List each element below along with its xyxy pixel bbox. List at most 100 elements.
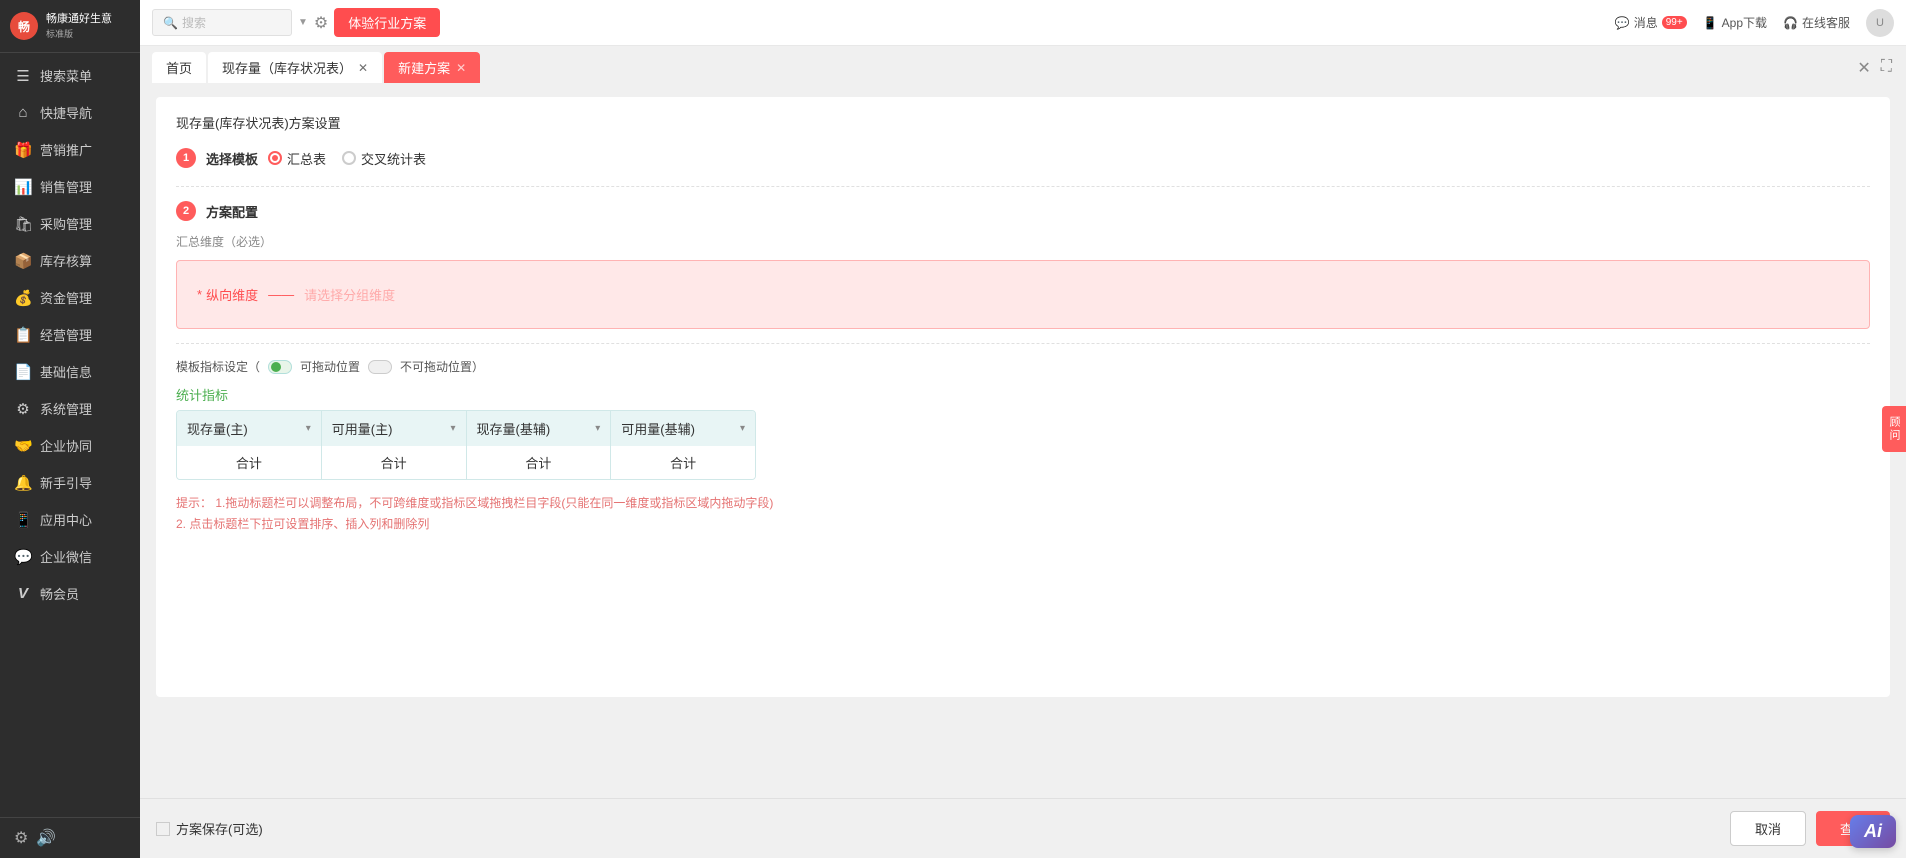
radio-summary-circle: [268, 151, 282, 165]
col-2-label: 现存量(基辅): [477, 419, 551, 438]
sidebar-item-newbie[interactable]: 🔔 新手引导: [0, 464, 140, 501]
industry-btn[interactable]: 体验行业方案: [334, 8, 440, 37]
online-service-btn[interactable]: 🎧 在线客服: [1783, 14, 1850, 31]
draggable-label: 可拖动位置: [300, 358, 360, 375]
basic-icon: 📄: [14, 363, 32, 381]
indicator-settings-label: 模板指标设定（: [176, 358, 260, 375]
col-0-chevron[interactable]: ▾: [306, 423, 311, 434]
settings-icon[interactable]: ⚙: [14, 828, 28, 848]
finance-icon: 💰: [14, 289, 32, 307]
stats-col-header-1[interactable]: 可用量(主) ▾: [322, 411, 467, 446]
marketing-icon: 🎁: [14, 141, 32, 159]
sidebar-item-label: 快捷导航: [40, 103, 92, 122]
operations-icon: 📋: [14, 326, 32, 344]
ai-badge[interactable]: Ai: [1850, 815, 1896, 848]
topbar-right: 💬 消息 99+ 📱 App下载 🎧 在线客服 U: [1615, 9, 1894, 37]
sidebar-item-marketing[interactable]: 🎁 营销推广: [0, 131, 140, 168]
page-content: 现存量(库存状况表)方案设置 1 选择模板 汇总表 交叉统计表: [140, 83, 1906, 798]
sidebar-item-apps[interactable]: 📱 应用中心: [0, 501, 140, 538]
apps-icon: 📱: [14, 511, 32, 529]
col-2-chevron[interactable]: ▾: [595, 423, 600, 434]
cancel-button[interactable]: 取消: [1730, 811, 1806, 846]
sidebar-header: 畅 畅康通好生意 标准版: [0, 0, 140, 53]
vertical-dim-label: 纵向维度: [206, 285, 258, 304]
sidebar-item-finance[interactable]: 💰 资金管理: [0, 279, 140, 316]
topbar-gear-icon[interactable]: ⚙: [314, 13, 328, 33]
tab-home-label: 首页: [166, 58, 192, 77]
save-option: 方案保存(可选): [156, 819, 263, 838]
tab-new-scheme-close-icon[interactable]: ✕: [456, 61, 466, 75]
sidebar-item-label: 应用中心: [40, 510, 92, 529]
tab-new-scheme-label: 新建方案: [398, 58, 450, 77]
tab-new-scheme[interactable]: 新建方案 ✕: [384, 52, 480, 83]
search-bar[interactable]: 🔍 搜索: [152, 9, 292, 36]
stats-col-header-0[interactable]: 现存量(主) ▾: [177, 411, 322, 446]
sidebar-item-system[interactable]: ⚙ 系统管理: [0, 390, 140, 427]
stats-table-body: 合计 合计 合计 合计: [177, 446, 755, 479]
stats-section: 统计指标 现存量(主) ▾ 可用量(主) ▾: [176, 385, 1870, 480]
sidebar-item-company[interactable]: 🤝 企业协同: [0, 427, 140, 464]
sidebar-item-label: 企业微信: [40, 547, 92, 566]
app-download-label: App下载: [1722, 14, 1767, 31]
vertical-dim-box[interactable]: * 纵向维度 —— 请选择分组维度: [176, 260, 1870, 329]
tabs-right-controls: ✕ ⛶: [1855, 56, 1894, 80]
topbar-left: 🔍 搜索 ▼ ⚙ 体验行业方案: [152, 8, 1607, 37]
message-btn[interactable]: 💬 消息 99+: [1615, 14, 1687, 31]
sidebar-item-search-menu[interactable]: ☰ 搜索菜单: [0, 57, 140, 94]
sidebar-item-sales[interactable]: 📊 销售管理: [0, 168, 140, 205]
save-checkbox[interactable]: [156, 822, 170, 836]
stats-body-1: 合计: [322, 446, 467, 479]
topbar: 🔍 搜索 ▼ ⚙ 体验行业方案 💬 消息 99+ 📱 App下载 🎧 在线客服: [140, 0, 1906, 46]
dropdown-icon[interactable]: ▼: [298, 17, 308, 28]
sidebar-item-purchase[interactable]: 🛍 采购管理: [0, 205, 140, 242]
sidebar-item-label: 营销推广: [40, 140, 92, 159]
sidebar-item-label: 搜索菜单: [40, 66, 92, 85]
message-label: 消息: [1634, 14, 1658, 31]
app-download-btn[interactable]: 📱 App下载: [1703, 14, 1767, 31]
draggable-toggle[interactable]: [268, 360, 292, 374]
aggregate-dim-subtitle: 汇总维度（必选）: [176, 233, 1870, 250]
sidebar-item-label: 经营管理: [40, 325, 92, 344]
purchase-icon: 🛍: [14, 215, 32, 233]
user-avatar[interactable]: U: [1866, 9, 1894, 37]
expand-icon[interactable]: ⛶: [1879, 56, 1894, 80]
sidebar-item-basic[interactable]: 📄 基础信息: [0, 353, 140, 390]
sidebar-item-wechat[interactable]: 💬 企业微信: [0, 538, 140, 575]
sidebar-item-operations[interactable]: 📋 经营管理: [0, 316, 140, 353]
main-area: 🔍 搜索 ▼ ⚙ 体验行业方案 💬 消息 99+ 📱 App下载 🎧 在线客服: [140, 0, 1906, 858]
sidebar-item-quick-nav[interactable]: ⌂ 快捷导航: [0, 94, 140, 131]
tab-inventory-status[interactable]: 现存量（库存状况表） ✕: [208, 52, 382, 83]
tab-home[interactable]: 首页: [152, 52, 206, 83]
step1-section: 1 选择模板 汇总表 交叉统计表: [176, 148, 1870, 168]
close-panel-icon[interactable]: ✕: [1855, 56, 1872, 80]
col-3-chevron[interactable]: ▾: [740, 423, 745, 434]
sidebar-item-label: 销售管理: [40, 177, 92, 196]
step1-header: 1 选择模板 汇总表 交叉统计表: [176, 148, 1870, 168]
radio-summary[interactable]: 汇总表: [268, 149, 326, 168]
stats-col-header-3[interactable]: 可用量(基辅) ▾: [611, 411, 755, 446]
right-edge-tab[interactable]: 顾问: [1882, 406, 1906, 452]
search-placeholder-text: 搜索: [182, 14, 206, 31]
sidebar-item-label: 企业协同: [40, 436, 92, 455]
sidebar-bottom: ⚙ 🔊: [0, 817, 140, 858]
col-1-chevron[interactable]: ▾: [450, 423, 455, 434]
divider-1: [176, 186, 1870, 187]
app-icon: 📱: [1703, 16, 1718, 30]
sales-icon: 📊: [14, 178, 32, 196]
stats-col-header-2[interactable]: 现存量(基辅) ▾: [467, 411, 612, 446]
radio-cross[interactable]: 交叉统计表: [342, 149, 426, 168]
inventory-icon: 📦: [14, 252, 32, 270]
step2-section: 2 方案配置 汇总维度（必选） * 纵向维度 —— 请选择分组维度 模板指标设定…: [176, 201, 1870, 532]
speaker-icon[interactable]: 🔊: [36, 828, 56, 848]
message-badge: 99+: [1662, 16, 1687, 29]
stats-table-header: 现存量(主) ▾ 可用量(主) ▾ 现存量(基辅) ▾: [177, 411, 755, 446]
service-icon: 🎧: [1783, 16, 1798, 30]
tip-1-text: 2. 点击标题栏下拉可设置排序、插入列和删除列: [176, 517, 429, 531]
sidebar-item-inventory[interactable]: 📦 库存核算: [0, 242, 140, 279]
message-icon: 💬: [1615, 16, 1630, 30]
sidebar-item-label: 库存核算: [40, 251, 92, 270]
sidebar-item-member[interactable]: V 畅会员: [0, 575, 140, 612]
footer-row: 方案保存(可选) 取消 查询: [140, 798, 1906, 858]
sidebar-item-label: 采购管理: [40, 214, 92, 233]
tab-inventory-close-icon[interactable]: ✕: [358, 61, 368, 75]
